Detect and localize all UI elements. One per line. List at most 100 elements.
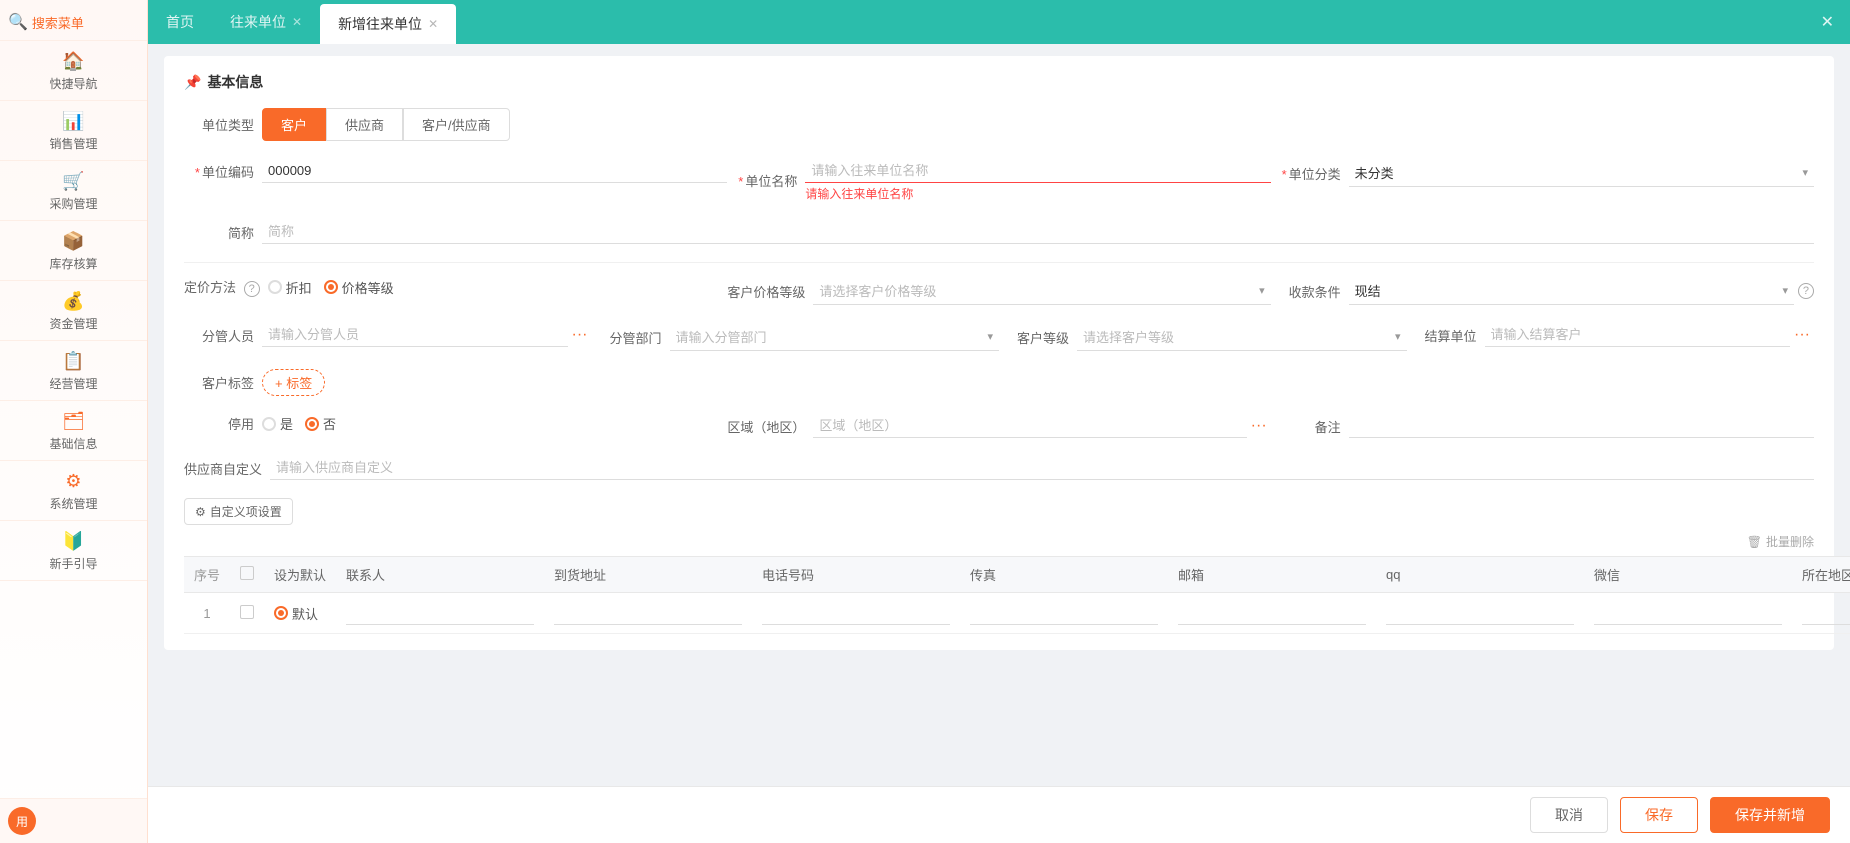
unit-category-field: *单位分类 未分类 ▾ — [1271, 159, 1814, 187]
row-default-cell: 默认 — [264, 593, 336, 634]
th-qq: qq — [1376, 557, 1584, 593]
global-close-btn[interactable]: ✕ — [1805, 12, 1850, 32]
sidebar-item-basic[interactable]: 🗂 基础信息 — [0, 401, 147, 461]
batch-delete-area[interactable]: 🗑 批量删除 — [184, 533, 1814, 550]
sidebar-item-purchase[interactable]: 🛒 采购管理 — [0, 161, 147, 221]
help-icon[interactable]: ? — [244, 281, 260, 297]
manager-input[interactable] — [262, 323, 568, 347]
unit-code-name-row: *单位编码 *单位名称 请输入往来单位名称 *单位分类 — [184, 159, 1814, 202]
row-default-radio-circle — [274, 606, 288, 620]
type-btn-both[interactable]: 客户/供应商 — [403, 108, 510, 141]
customer-price-level-select[interactable]: 请选择客户价格等级 ▾ — [813, 277, 1270, 305]
custom-settings-label: 自定义项设置 — [210, 503, 282, 520]
sidebar-item-sales[interactable]: 📊 销售管理 — [0, 101, 147, 161]
chevron-down-icon-5: ▾ — [1395, 330, 1401, 343]
row-address-input[interactable] — [554, 601, 742, 625]
chevron-down-icon-2: ▾ — [1259, 284, 1265, 297]
th-wechat: 微信 — [1584, 557, 1792, 593]
row-qq-cell — [1376, 593, 1584, 634]
unit-category-required-star: * — [1282, 167, 1287, 182]
chevron-down-icon-4: ▾ — [987, 330, 993, 343]
row-checkbox[interactable] — [240, 605, 254, 619]
tab-home[interactable]: 首页 — [148, 0, 212, 44]
row-qq-input[interactable] — [1386, 601, 1574, 625]
sidebar-item-operations[interactable]: 📋 经营管理 — [0, 341, 147, 401]
row-fax-input[interactable] — [970, 601, 1158, 625]
sidebar-item-quick-nav[interactable]: 🏠 快捷导航 — [0, 41, 147, 101]
tab-new-partner[interactable]: 新增往来单位 ✕ — [320, 4, 456, 44]
custom-settings-btn[interactable]: ⚙ 自定义项设置 — [184, 498, 293, 525]
add-tag-btn[interactable]: + 标签 — [262, 369, 325, 396]
supplier-custom-input[interactable] — [270, 456, 1814, 480]
save-and-add-button[interactable]: 保存并新增 — [1710, 797, 1830, 833]
row-region-input[interactable] — [1802, 601, 1850, 625]
customer-level-select[interactable]: 请选择客户等级 ▾ — [1077, 323, 1407, 351]
manager-ellipsis-btn[interactable]: ··· — [568, 326, 592, 344]
tab-new-partner-close[interactable]: ✕ — [428, 17, 438, 31]
table-header: 序号 设为默认 联系人 到货地址 电话号码 传真 邮箱 qq 微信 所在地区 — [184, 557, 1850, 593]
unit-code-input[interactable] — [262, 159, 727, 183]
pricing-radio-level[interactable]: 价格等级 — [324, 278, 394, 297]
payment-terms-select[interactable]: 现结 ▾ — [1349, 277, 1794, 305]
unit-name-label: *单位名称 — [727, 171, 797, 190]
pricing-radio-discount[interactable]: 折扣 — [268, 278, 312, 297]
short-name-input[interactable] — [262, 220, 1814, 244]
cancel-button[interactable]: 取消 — [1530, 797, 1608, 833]
save-button[interactable]: 保存 — [1620, 797, 1698, 833]
sidebar-item-label: 基础信息 — [49, 435, 97, 452]
tab-partners-close[interactable]: ✕ — [292, 15, 302, 29]
gear-icon: ⚙ — [195, 505, 206, 519]
row-email-input[interactable] — [1178, 601, 1366, 625]
payment-terms-help-icon[interactable]: ? — [1798, 283, 1814, 299]
sidebar-item-system[interactable]: ⚙ 系统管理 — [0, 461, 147, 521]
settlement-unit-field: 结算单位 ··· — [1407, 323, 1815, 347]
sidebar-item-finance[interactable]: 💰 资金管理 — [0, 281, 147, 341]
row-default-radio[interactable]: 默认 — [274, 604, 326, 623]
tab-partners[interactable]: 往来单位 ✕ — [212, 0, 320, 44]
guide-icon: 🔰 — [62, 531, 84, 552]
row-wechat-input[interactable] — [1594, 601, 1782, 625]
disabled-radio-yes[interactable]: 是 — [262, 414, 293, 433]
pricing-row: 定价方法 ? 折扣 价格等级 客户 — [184, 277, 1814, 305]
content-area: 📌 基本信息 单位类型 客户 供应商 客户/供应商 *单位 — [148, 44, 1850, 786]
sidebar-search-btn[interactable]: 🔍 搜索菜单 — [0, 0, 147, 41]
chevron-down-icon-3: ▾ — [1782, 284, 1788, 297]
row-phone-input[interactable] — [762, 601, 950, 625]
row-region-cell — [1792, 593, 1850, 634]
contact-table: 序号 设为默认 联系人 到货地址 电话号码 传真 邮箱 qq 微信 所在地区 — [184, 556, 1850, 634]
type-btn-supplier[interactable]: 供应商 — [326, 108, 403, 141]
th-fax: 传真 — [960, 557, 1168, 593]
tab-partners-label: 往来单位 — [230, 12, 286, 32]
disabled-radio-no[interactable]: 否 — [305, 414, 336, 433]
region-ellipsis-btn[interactable]: ··· — [1247, 417, 1271, 435]
pricing-method-label: 定价方法 ? — [184, 277, 260, 297]
unit-type-field: 单位类型 客户 供应商 客户/供应商 — [184, 108, 1814, 141]
settlement-ellipsis-btn[interactable]: ··· — [1790, 326, 1814, 344]
table-header-row: 序号 设为默认 联系人 到货地址 电话号码 传真 邮箱 qq 微信 所在地区 — [184, 557, 1850, 593]
region-input[interactable] — [813, 414, 1246, 438]
batch-delete-icon: 🗑 — [1747, 535, 1762, 549]
sales-icon: 📊 — [62, 111, 84, 132]
unit-code-required-star: * — [195, 165, 200, 180]
customer-price-level-placeholder: 请选择客户价格等级 — [819, 281, 1255, 300]
unit-name-input[interactable] — [805, 159, 1270, 183]
sidebar-item-label: 销售管理 — [49, 135, 97, 152]
unit-name-field: *单位名称 请输入往来单位名称 — [727, 159, 1270, 202]
disabled-radio-group: 是 否 — [262, 414, 336, 433]
unit-name-error-msg: 请输入往来单位名称 — [805, 185, 1270, 202]
add-tag-label: + 标签 — [275, 373, 312, 392]
select-all-checkbox[interactable] — [240, 566, 254, 580]
search-icon: 🔍 — [8, 12, 28, 32]
type-btn-customer[interactable]: 客户 — [262, 108, 326, 141]
sidebar-item-inventory[interactable]: 📦 库存核算 — [0, 221, 147, 281]
settlement-unit-input[interactable] — [1485, 323, 1791, 347]
unit-category-select[interactable]: 未分类 ▾ — [1349, 159, 1814, 187]
row-contact-input[interactable] — [346, 601, 534, 625]
department-select[interactable]: 请输入分管部门 ▾ — [670, 323, 1000, 351]
remark-label: 备注 — [1271, 417, 1341, 436]
short-name-label: 简称 — [184, 223, 254, 242]
remark-input[interactable] — [1349, 414, 1814, 438]
tab-home-label: 首页 — [166, 12, 194, 32]
sidebar-item-guide[interactable]: 🔰 新手引导 — [0, 521, 147, 581]
row-phone-cell — [752, 593, 960, 634]
